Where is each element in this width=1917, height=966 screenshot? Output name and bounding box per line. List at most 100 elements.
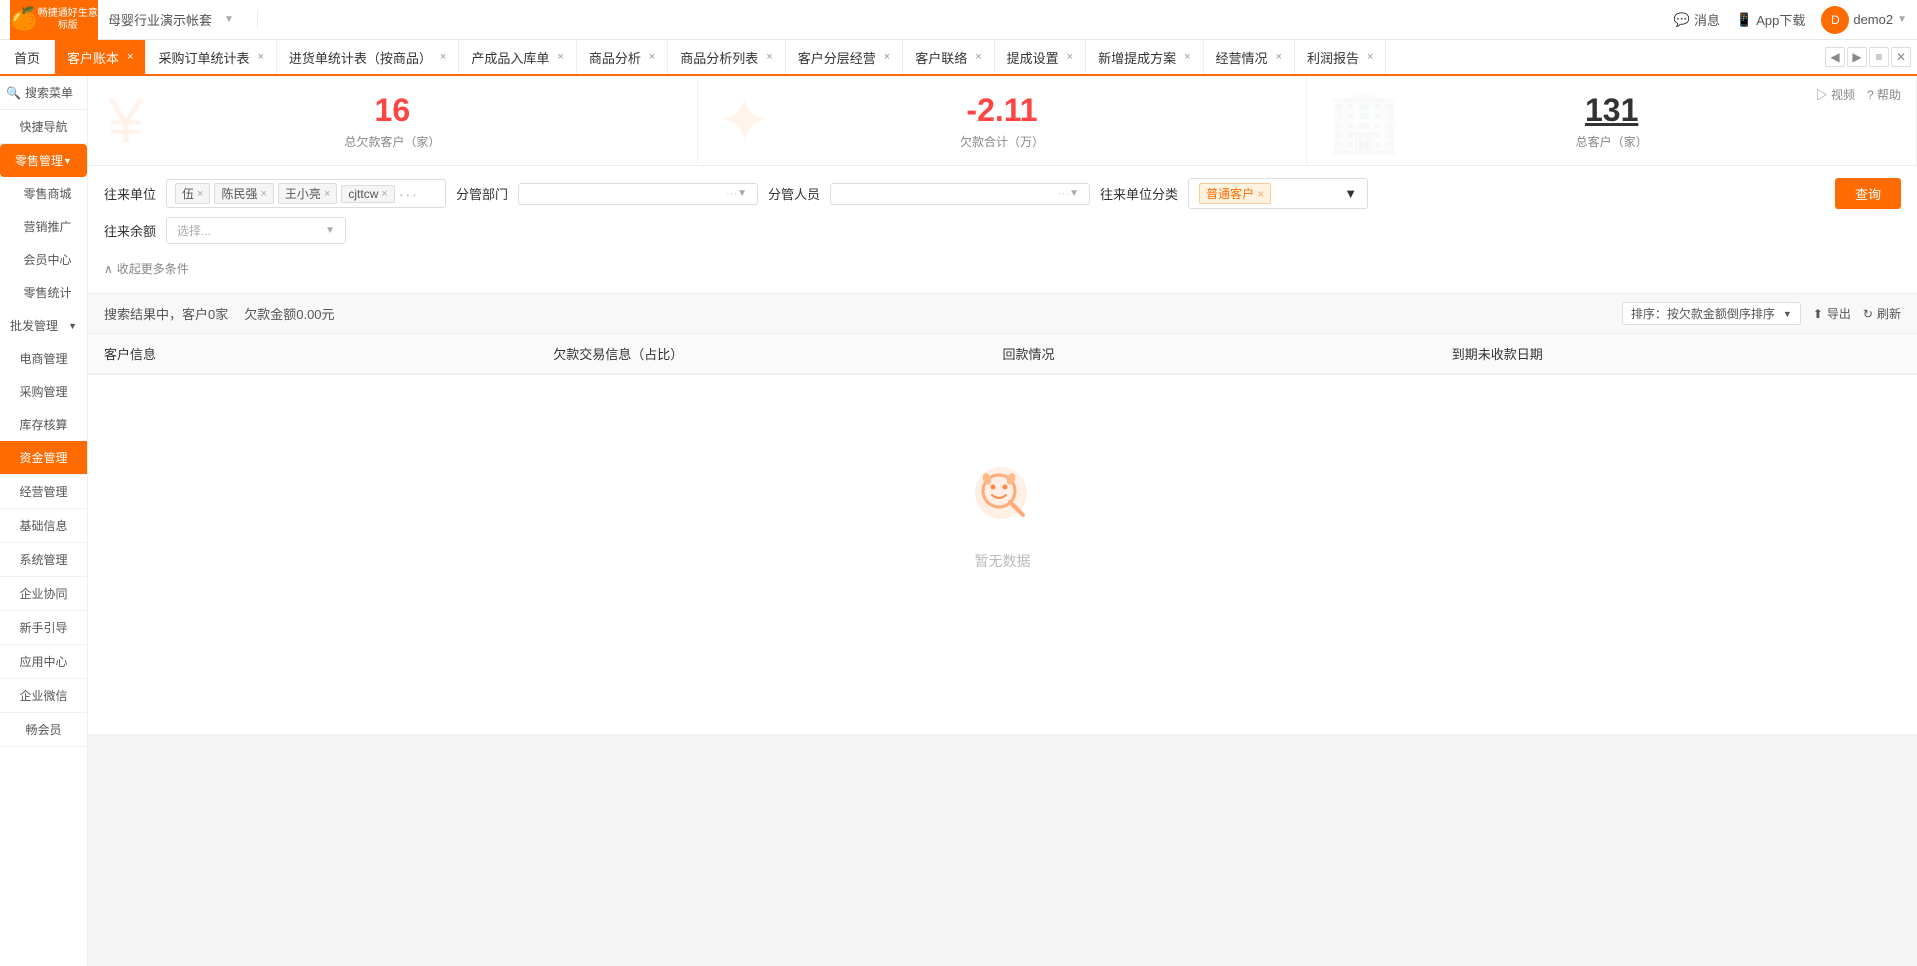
- sort-select[interactable]: 排序：按欠款金额倒序排序 ▼: [1622, 302, 1801, 325]
- chevron-down-icon: ▼: [63, 156, 72, 166]
- nav-arrows: ◀ ▶ ≡ ✕: [1819, 47, 1917, 67]
- class-chevron: ▼: [1344, 186, 1357, 201]
- user-profile[interactable]: D demo2 ▼: [1821, 6, 1907, 34]
- nav-prev-btn[interactable]: ◀: [1825, 47, 1845, 67]
- stat2-value: -2.11: [966, 91, 1037, 129]
- remove-tag-3[interactable]: ×: [381, 188, 387, 200]
- sidebar-item-operations[interactable]: 经营管理: [0, 475, 87, 509]
- tab-customer-layered[interactable]: 客户分层经营 ×: [786, 40, 903, 75]
- tab-purchase-order[interactable]: 采购订单统计表 ×: [146, 40, 276, 75]
- remove-tag-0[interactable]: ×: [197, 188, 203, 200]
- unit-class-select[interactable]: 普通客户 × ▼: [1188, 178, 1368, 209]
- dept-filter-label: 分管部门: [456, 184, 508, 203]
- tab-finished-stock[interactable]: 产成品入库单 ×: [459, 40, 576, 75]
- close-icon[interactable]: ×: [257, 51, 263, 63]
- collapse-row: ∧ 收起更多条件: [104, 252, 1901, 281]
- sidebar-item-system[interactable]: 系统管理: [0, 543, 87, 577]
- tab-commission-settings[interactable]: 提成设置 ×: [995, 40, 1086, 75]
- tab-operations[interactable]: 经营情况 ×: [1204, 40, 1295, 75]
- person-filter-select[interactable]: ··· ▼: [830, 183, 1090, 205]
- stat3-value: 131: [1585, 91, 1638, 129]
- sidebar-item-member[interactable]: 畅会员: [0, 713, 87, 747]
- tab-customer-contact[interactable]: 客户联络 ×: [903, 40, 994, 75]
- sidebar-item-app-center[interactable]: 应用中心: [0, 645, 87, 679]
- dept-more-icon: ···: [726, 188, 737, 200]
- message-btn[interactable]: 💬 消息: [1674, 10, 1720, 29]
- refresh-btn[interactable]: ↻ 刷新: [1863, 305, 1901, 322]
- close-icon[interactable]: ×: [1367, 51, 1373, 63]
- tab-home[interactable]: 首页: [0, 40, 55, 75]
- stat2-label: 欠款合计（万）: [960, 133, 1044, 150]
- close-icon[interactable]: ×: [127, 51, 133, 63]
- tab-product-analysis-list[interactable]: 商品分析列表 ×: [668, 40, 785, 75]
- sidebar-item-quick-nav[interactable]: 快捷导航: [0, 110, 87, 144]
- more-tags-btn[interactable]: ···: [399, 186, 419, 202]
- sidebar-item-wholesale[interactable]: 批发管理 ▼: [0, 309, 87, 342]
- tab-customer-account[interactable]: 客户账本 ×: [55, 40, 146, 75]
- sidebar-item-retail-management[interactable]: 零售管理 ▼: [0, 144, 87, 177]
- unit-filter-label: 往来单位: [104, 184, 156, 203]
- sidebar-item-enterprise[interactable]: 企业协同: [0, 577, 87, 611]
- remove-class-tag[interactable]: ×: [1257, 187, 1264, 201]
- sidebar-item-inventory[interactable]: 库存核算: [0, 408, 87, 441]
- filter-tag-2: 王小亮 ×: [278, 183, 337, 204]
- empty-icon: [963, 455, 1043, 535]
- balance-filter-select[interactable]: 选择... ▼: [166, 217, 346, 244]
- collapse-btn[interactable]: ∧ 收起更多条件: [104, 256, 1901, 281]
- tab-product-analysis[interactable]: 商品分析 ×: [577, 40, 668, 75]
- nav-next-btn[interactable]: ▶: [1847, 47, 1867, 67]
- sidebar-item-enterprise-wechat[interactable]: 企业微信: [0, 679, 87, 713]
- query-button[interactable]: 查询: [1835, 178, 1901, 209]
- sidebar: 🔍 搜索菜单 快捷导航 零售管理 ▼ 零售商城 营销推广 会员中心 零售统计 批…: [0, 76, 88, 966]
- app-download-btn[interactable]: 📱 App下载: [1736, 10, 1805, 29]
- close-icon[interactable]: ×: [440, 51, 446, 63]
- sidebar-item-finance[interactable]: 资金管理: [0, 441, 87, 475]
- sort-label: 排序：按欠款金额倒序排序: [1631, 305, 1775, 322]
- store-selector[interactable]: 母婴行业演示帐套 ▼: [98, 10, 258, 29]
- close-icon[interactable]: ×: [649, 51, 655, 63]
- help-btn[interactable]: ? 帮助: [1867, 86, 1901, 103]
- remove-tag-1[interactable]: ×: [260, 188, 266, 200]
- close-icon[interactable]: ×: [975, 51, 981, 63]
- help-links: ▷ 视频 ? 帮助: [1816, 86, 1901, 103]
- nav-menu-btn[interactable]: ≡: [1869, 47, 1889, 67]
- col-repay-info: 回款情况: [1003, 344, 1452, 363]
- filter-row-1: 往来单位 伍 × 陈民强 × 王小亮 × cjttcw: [104, 178, 1901, 209]
- stats-bar: ¥ 16 总欠款客户（家） ✦ -2.11 欠款合计（万） 🏢 131 总客户（…: [88, 76, 1917, 166]
- balance-chevron: ▼: [325, 225, 335, 236]
- dept-filter-select[interactable]: ··· ▼: [518, 183, 758, 205]
- export-btn[interactable]: ⬆ 导出: [1813, 305, 1851, 322]
- sidebar-item-retail-store[interactable]: 零售商城: [0, 177, 87, 210]
- unit-filter-tags[interactable]: 伍 × 陈民强 × 王小亮 × cjttcw × ···: [166, 179, 446, 208]
- sidebar-item-retail-stats[interactable]: 零售统计: [0, 276, 87, 309]
- question-icon: ?: [1867, 88, 1874, 102]
- chevron-down-icon: ▼: [1897, 14, 1907, 25]
- close-icon[interactable]: ×: [766, 51, 772, 63]
- close-icon[interactable]: ×: [884, 51, 890, 63]
- tab-inbound-stats[interactable]: 进货单统计表（按商品） ×: [277, 40, 459, 75]
- refresh-icon: ↻: [1863, 307, 1873, 321]
- sidebar-item-purchase[interactable]: 采购管理: [0, 375, 87, 408]
- dept-chevron: ▼: [737, 188, 747, 199]
- selected-class-tag: 普通客户 ×: [1199, 183, 1271, 204]
- sidebar-item-member-center[interactable]: 会员中心: [0, 243, 87, 276]
- close-icon[interactable]: ×: [557, 51, 563, 63]
- sidebar-item-ecommerce[interactable]: 电商管理: [0, 342, 87, 375]
- logo-icon: 🍊: [10, 5, 37, 34]
- table-container: 客户信息 欠款交易信息（占比） 回款情况 到期未收款日期: [88, 334, 1917, 734]
- video-help-btn[interactable]: ▷ 视频: [1816, 86, 1855, 103]
- table-header: 客户信息 欠款交易信息（占比） 回款情况 到期未收款日期: [88, 334, 1917, 375]
- nav-close-btn[interactable]: ✕: [1891, 47, 1911, 67]
- remove-tag-2[interactable]: ×: [324, 188, 330, 200]
- sidebar-search[interactable]: 🔍 搜索菜单: [0, 76, 87, 110]
- sidebar-item-marketing[interactable]: 营销推广: [0, 210, 87, 243]
- sidebar-item-basic-info[interactable]: 基础信息: [0, 509, 87, 543]
- logo[interactable]: 🍊 畅捷通好生意 标版: [10, 0, 98, 40]
- sidebar-item-guide[interactable]: 新手引导: [0, 611, 87, 645]
- stat-total-debt: ✦ -2.11 欠款合计（万）: [698, 76, 1308, 165]
- tab-profit-report[interactable]: 利润报告 ×: [1295, 40, 1386, 75]
- close-icon[interactable]: ×: [1276, 51, 1282, 63]
- close-icon[interactable]: ×: [1184, 51, 1190, 63]
- close-icon[interactable]: ×: [1067, 51, 1073, 63]
- tab-add-commission[interactable]: 新增提成方案 ×: [1086, 40, 1203, 75]
